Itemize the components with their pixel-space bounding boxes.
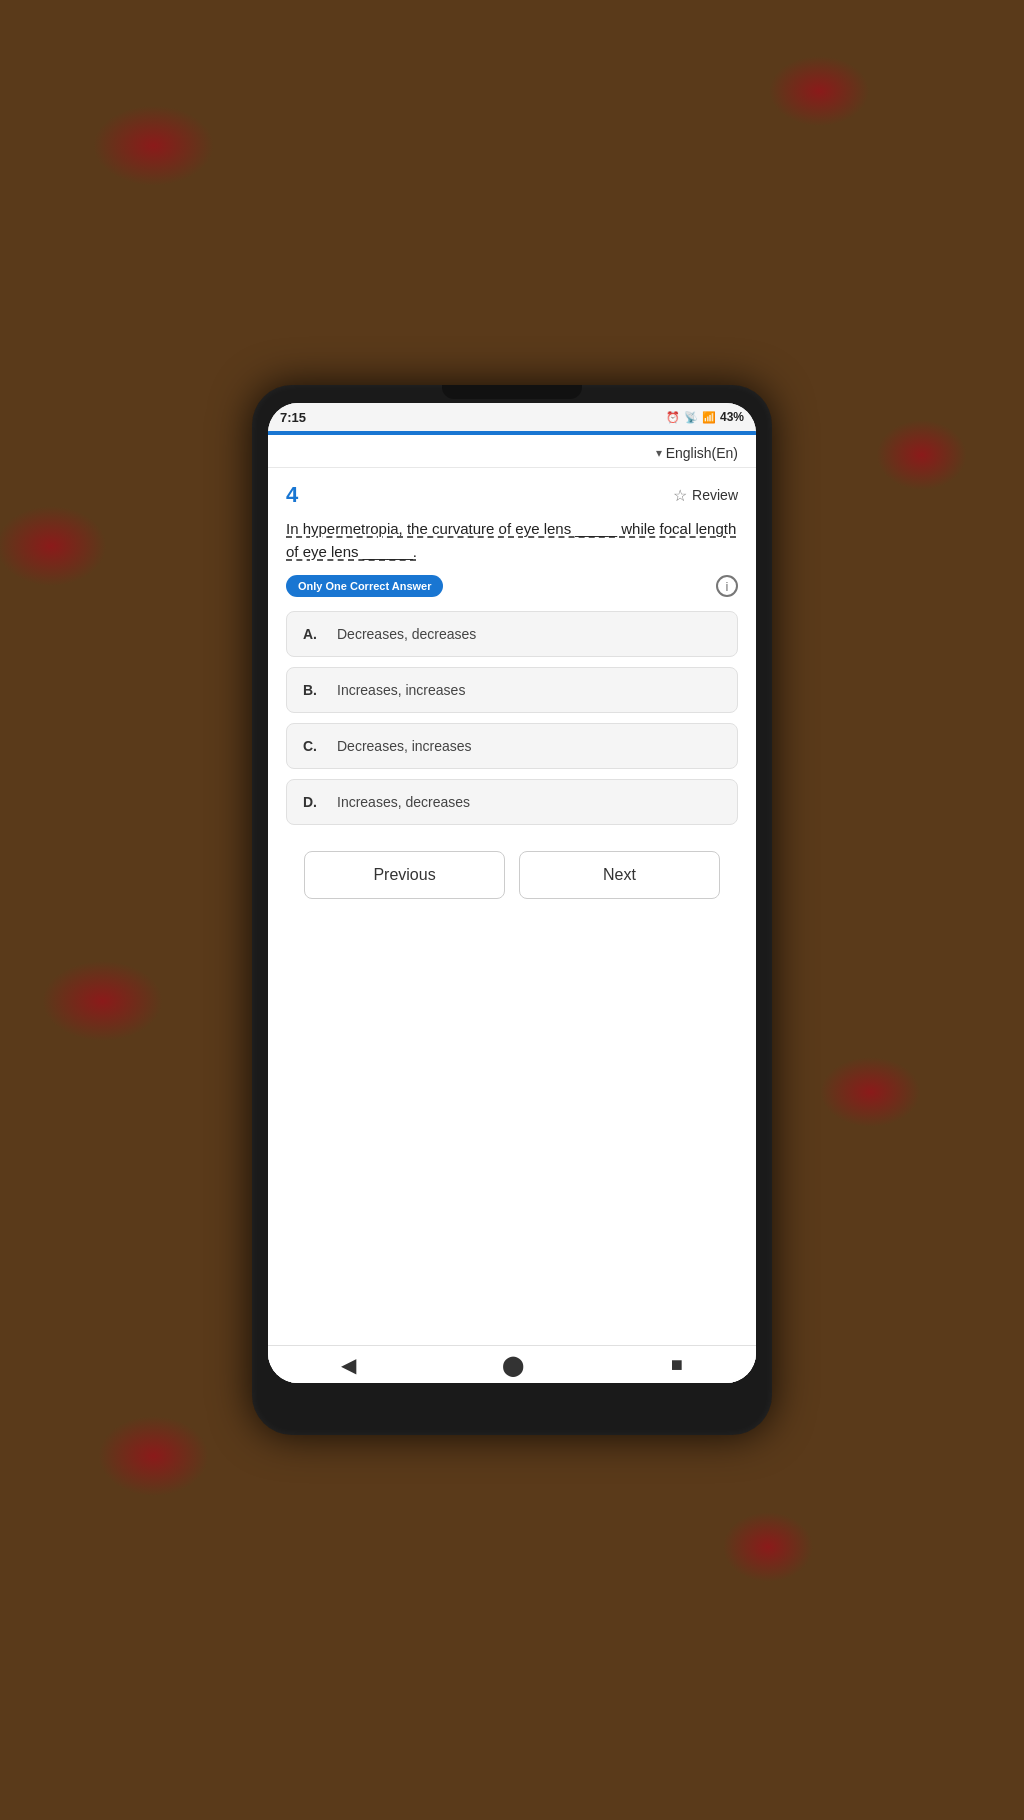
option-a-label: A. [303,626,325,642]
status-bar: 7:15 ⏰ 📡 📶 43% [268,403,756,431]
option-a[interactable]: A. Decreases, decreases [286,611,738,657]
navigation-buttons: Previous Next [286,841,738,913]
chevron-down-icon: ▾ [656,446,662,460]
option-d-text: Increases, decreases [337,794,470,810]
option-a-text: Decreases, decreases [337,626,476,642]
previous-button[interactable]: Previous [304,851,505,899]
option-d[interactable]: D. Increases, decreases [286,779,738,825]
language-label: English(En) [666,445,738,461]
bottom-nav-bar: ◀ ⬤ ■ [268,1345,756,1383]
next-button[interactable]: Next [519,851,720,899]
question-text: In hypermetropia, the curvature of eye l… [286,518,738,563]
review-label: Review [692,487,738,503]
question-header: 4 ☆ Review [286,482,738,508]
status-icons: ⏰ 📡 📶 43% [666,410,744,424]
option-b[interactable]: B. Increases, increases [286,667,738,713]
answer-type-badge[interactable]: Only One Correct Answer [286,575,443,597]
language-button[interactable]: ▾ English(En) [656,445,738,461]
phone-device: 7:15 ⏰ 📡 📶 43% ▾ English(En) [252,385,772,1435]
star-icon: ☆ [673,486,687,505]
app-content: ▾ English(En) 4 ☆ Review In hypermetropi… [268,435,756,1383]
status-time: 7:15 [280,410,306,425]
option-b-label: B. [303,682,325,698]
option-b-text: Increases, increases [337,682,465,698]
phone-screen: 7:15 ⏰ 📡 📶 43% ▾ English(En) [268,403,756,1383]
recents-button[interactable]: ■ [671,1353,683,1376]
badge-row: Only One Correct Answer i [286,575,738,597]
options-list: A. Decreases, decreases B. Increases, in… [286,611,738,825]
wifi-icon: 📡 [684,411,698,424]
info-icon[interactable]: i [716,575,738,597]
question-area: 4 ☆ Review In hypermetropia, the curvatu… [268,468,756,1345]
signal-icon: 📶 [702,411,716,424]
clock-icon: ⏰ [666,411,680,424]
home-button[interactable]: ⬤ [502,1353,524,1377]
battery-level: 43% [720,410,744,424]
back-button[interactable]: ◀ [341,1353,356,1377]
question-number: 4 [286,482,298,508]
option-c[interactable]: C. Decreases, increases [286,723,738,769]
option-d-label: D. [303,794,325,810]
review-button[interactable]: ☆ Review [673,486,738,505]
language-selector[interactable]: ▾ English(En) [268,435,756,468]
option-c-text: Decreases, increases [337,738,472,754]
phone-notch [442,385,582,399]
option-c-label: C. [303,738,325,754]
